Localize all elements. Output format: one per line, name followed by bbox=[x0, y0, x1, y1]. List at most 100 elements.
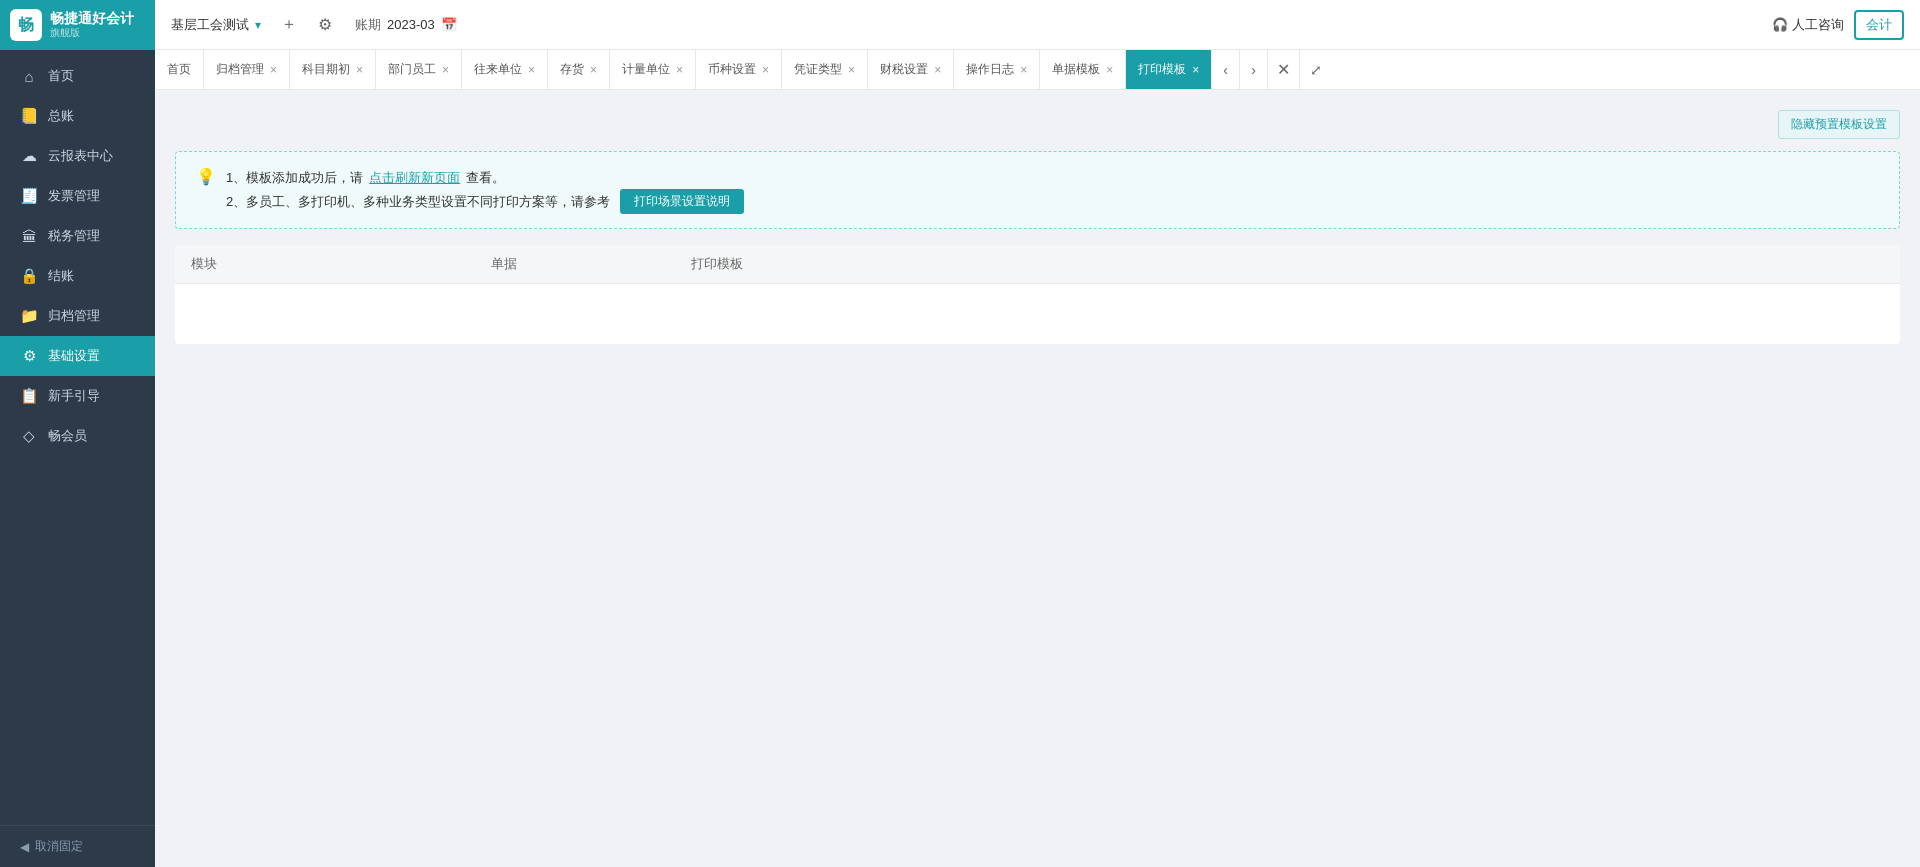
tab-label-partner: 往来单位 bbox=[474, 61, 522, 78]
tab-close-currency[interactable]: × bbox=[762, 63, 769, 77]
tab-label-voucher_type: 凭证类型 bbox=[794, 61, 842, 78]
tax-nav-icon: 🏛 bbox=[20, 228, 38, 245]
tab-close-subject[interactable]: × bbox=[356, 63, 363, 77]
tip-line2-prefix: 2、多员工、多打印机、多种业务类型设置不同打印方案等，请参考 bbox=[226, 190, 610, 213]
member-nav-icon: ◇ bbox=[20, 427, 38, 445]
tabs-bar: 首页归档管理 ×科目期初 ×部门员工 ×往来单位 ×存货 ×计量单位 ×币种设置… bbox=[155, 50, 1920, 90]
tab-partner[interactable]: 往来单位 × bbox=[462, 50, 548, 90]
sidebar-item-label: 发票管理 bbox=[48, 187, 100, 205]
tab-archive[interactable]: 归档管理 × bbox=[204, 50, 290, 90]
tip-line-1: 1、模板添加成功后，请点击刷新新页面查看。 bbox=[226, 166, 1879, 189]
tab-dept[interactable]: 部门员工 × bbox=[376, 50, 462, 90]
sidebar-item-reports[interactable]: ☁ 云报表中心 bbox=[0, 136, 155, 176]
sidebar-item-label: 结账 bbox=[48, 267, 74, 285]
tip-refresh-link[interactable]: 点击刷新新页面 bbox=[369, 166, 460, 189]
tab-unit[interactable]: 计量单位 × bbox=[610, 50, 696, 90]
hide-template-section: 隐藏预置模板设置 bbox=[175, 110, 1900, 139]
tab-close-dept[interactable]: × bbox=[442, 63, 449, 77]
user-account-btn[interactable]: 会计 bbox=[1854, 10, 1904, 40]
tab-subject[interactable]: 科目期初 × bbox=[290, 50, 376, 90]
company-dropdown-icon[interactable]: ▾ bbox=[255, 18, 261, 32]
tab-label-dept: 部门员工 bbox=[388, 61, 436, 78]
sidebar-item-tax[interactable]: 🏛税务管理 bbox=[0, 216, 155, 256]
tab-label-unit: 计量单位 bbox=[622, 61, 670, 78]
tab-label-inventory: 存货 bbox=[560, 61, 584, 78]
sidebar-item-label: 首页 bbox=[48, 67, 74, 85]
tab-close-single_template[interactable]: × bbox=[1106, 63, 1113, 77]
tab-label-currency: 币种设置 bbox=[708, 61, 756, 78]
logo-subtitle: 旗舰版 bbox=[50, 26, 134, 40]
sidebar-item-label: 基础设置 bbox=[48, 347, 100, 365]
col-header-template: 打印模板 bbox=[691, 255, 1884, 273]
tab-inventory[interactable]: 存货 × bbox=[548, 50, 610, 90]
headset-icon: 🎧 bbox=[1772, 17, 1788, 32]
tab-label-subject: 科目期初 bbox=[302, 61, 350, 78]
tip-bulb-icon: 💡 bbox=[196, 167, 216, 186]
ledger-nav-icon: 📒 bbox=[20, 107, 38, 125]
tab-close-archive[interactable]: × bbox=[270, 63, 277, 77]
company-selector[interactable]: 基层工会测试 ▾ bbox=[171, 16, 261, 34]
sidebar-item-archive[interactable]: 📁归档管理 bbox=[0, 296, 155, 336]
reports-nav-icon: ☁ bbox=[20, 147, 38, 165]
tip-line1-prefix: 1、模板添加成功后，请 bbox=[226, 166, 363, 189]
tip-box: 💡 1、模板添加成功后，请点击刷新新页面查看。 2、多员工、多打印机、多种业务类… bbox=[175, 151, 1900, 229]
sidebar-item-member[interactable]: ◇畅会员 bbox=[0, 416, 155, 456]
tab-op_log[interactable]: 操作日志 × bbox=[954, 50, 1040, 90]
tabs-next-btn[interactable]: › bbox=[1240, 50, 1268, 90]
print-scene-btn[interactable]: 打印场景设置说明 bbox=[620, 189, 744, 214]
tab-home[interactable]: 首页 bbox=[155, 50, 204, 90]
tab-close-unit[interactable]: × bbox=[676, 63, 683, 77]
invoice-nav-icon: 🧾 bbox=[20, 187, 38, 205]
main-area: 基层工会测试 ▾ ＋ ⚙ 账期 2023-03 📅 🎧 人工咨询 会计 首页归档… bbox=[155, 0, 1920, 867]
tab-close-inventory[interactable]: × bbox=[590, 63, 597, 77]
tab-close-tax_settings[interactable]: × bbox=[934, 63, 941, 77]
col-header-voucher: 单据 bbox=[491, 255, 691, 273]
tab-label-single_template: 单据模板 bbox=[1052, 61, 1100, 78]
tab-label-op_log: 操作日志 bbox=[966, 61, 1014, 78]
tabs-prev-btn[interactable]: ‹ bbox=[1212, 50, 1240, 90]
sidebar-item-label: 新手引导 bbox=[48, 387, 100, 405]
sidebar: 畅 畅捷通好会计 旗舰版 ⌂ 首页 📒总账 ☁ 云报表中心 🧾 发票管理 🏛税务管理 🔒 结账 📁归… bbox=[0, 0, 155, 867]
sidebar-item-home[interactable]: ⌂ 首页 bbox=[0, 56, 155, 96]
tab-close-voucher_type[interactable]: × bbox=[848, 63, 855, 77]
tab-print_template[interactable]: 打印模板 × bbox=[1126, 50, 1212, 90]
tab-voucher_type[interactable]: 凭证类型 × bbox=[782, 50, 868, 90]
sidebar-item-closing[interactable]: 🔒 结账 bbox=[0, 256, 155, 296]
logo-title: 畅捷通好会计 bbox=[50, 10, 134, 27]
settings-btn[interactable]: ⚙ bbox=[311, 11, 339, 39]
sidebar-item-invoice[interactable]: 🧾 发票管理 bbox=[0, 176, 155, 216]
print-template-table: 模块 单据 打印模板 bbox=[175, 245, 1900, 344]
tabs-expand-btn[interactable]: ⤢ bbox=[1300, 50, 1332, 90]
unpin-icon: ◀ bbox=[20, 840, 29, 854]
content-area: 隐藏预置模板设置 💡 1、模板添加成功后，请点击刷新新页面查看。 2、多员工、多… bbox=[155, 90, 1920, 867]
sidebar-item-ledger[interactable]: 📒总账 bbox=[0, 96, 155, 136]
col-header-module: 模块 bbox=[191, 255, 491, 273]
guide-nav-icon: 📋 bbox=[20, 387, 38, 405]
sidebar-item-guide[interactable]: 📋 新手引导 bbox=[0, 376, 155, 416]
hide-template-btn[interactable]: 隐藏预置模板设置 bbox=[1778, 110, 1900, 139]
customer-service-btn[interactable]: 🎧 人工咨询 bbox=[1772, 16, 1844, 34]
tab-close-op_log[interactable]: × bbox=[1020, 63, 1027, 77]
table-body bbox=[175, 284, 1900, 344]
tab-currency[interactable]: 币种设置 × bbox=[696, 50, 782, 90]
sidebar-item-settings[interactable]: ⚙基础设置 bbox=[0, 336, 155, 376]
tab-label-home: 首页 bbox=[167, 61, 191, 78]
tab-tax_settings[interactable]: 财税设置 × bbox=[868, 50, 954, 90]
sidebar-nav: ⌂ 首页 📒总账 ☁ 云报表中心 🧾 发票管理 🏛税务管理 🔒 结账 📁归档管理⚙基础设置 📋 新手引导… bbox=[0, 50, 155, 825]
add-company-btn[interactable]: ＋ bbox=[275, 11, 303, 39]
tab-single_template[interactable]: 单据模板 × bbox=[1040, 50, 1126, 90]
table-header: 模块 单据 打印模板 bbox=[175, 245, 1900, 284]
company-name: 基层工会测试 bbox=[171, 16, 249, 34]
calendar-icon[interactable]: 📅 bbox=[441, 17, 457, 32]
logo-icon: 畅 bbox=[10, 9, 42, 41]
home-nav-icon: ⌂ bbox=[20, 68, 38, 85]
sidebar-unpin[interactable]: ◀ 取消固定 bbox=[0, 825, 155, 867]
sidebar-item-label: 云报表中心 bbox=[48, 147, 113, 165]
tab-close-print_template[interactable]: × bbox=[1192, 63, 1199, 77]
archive-nav-icon: 📁 bbox=[20, 307, 38, 325]
tab-label-archive: 归档管理 bbox=[216, 61, 264, 78]
tab-close-partner[interactable]: × bbox=[528, 63, 535, 77]
closing-nav-icon: 🔒 bbox=[20, 267, 38, 285]
unpin-label: 取消固定 bbox=[35, 838, 83, 855]
tabs-close-all-btn[interactable]: ✕ bbox=[1268, 50, 1300, 90]
